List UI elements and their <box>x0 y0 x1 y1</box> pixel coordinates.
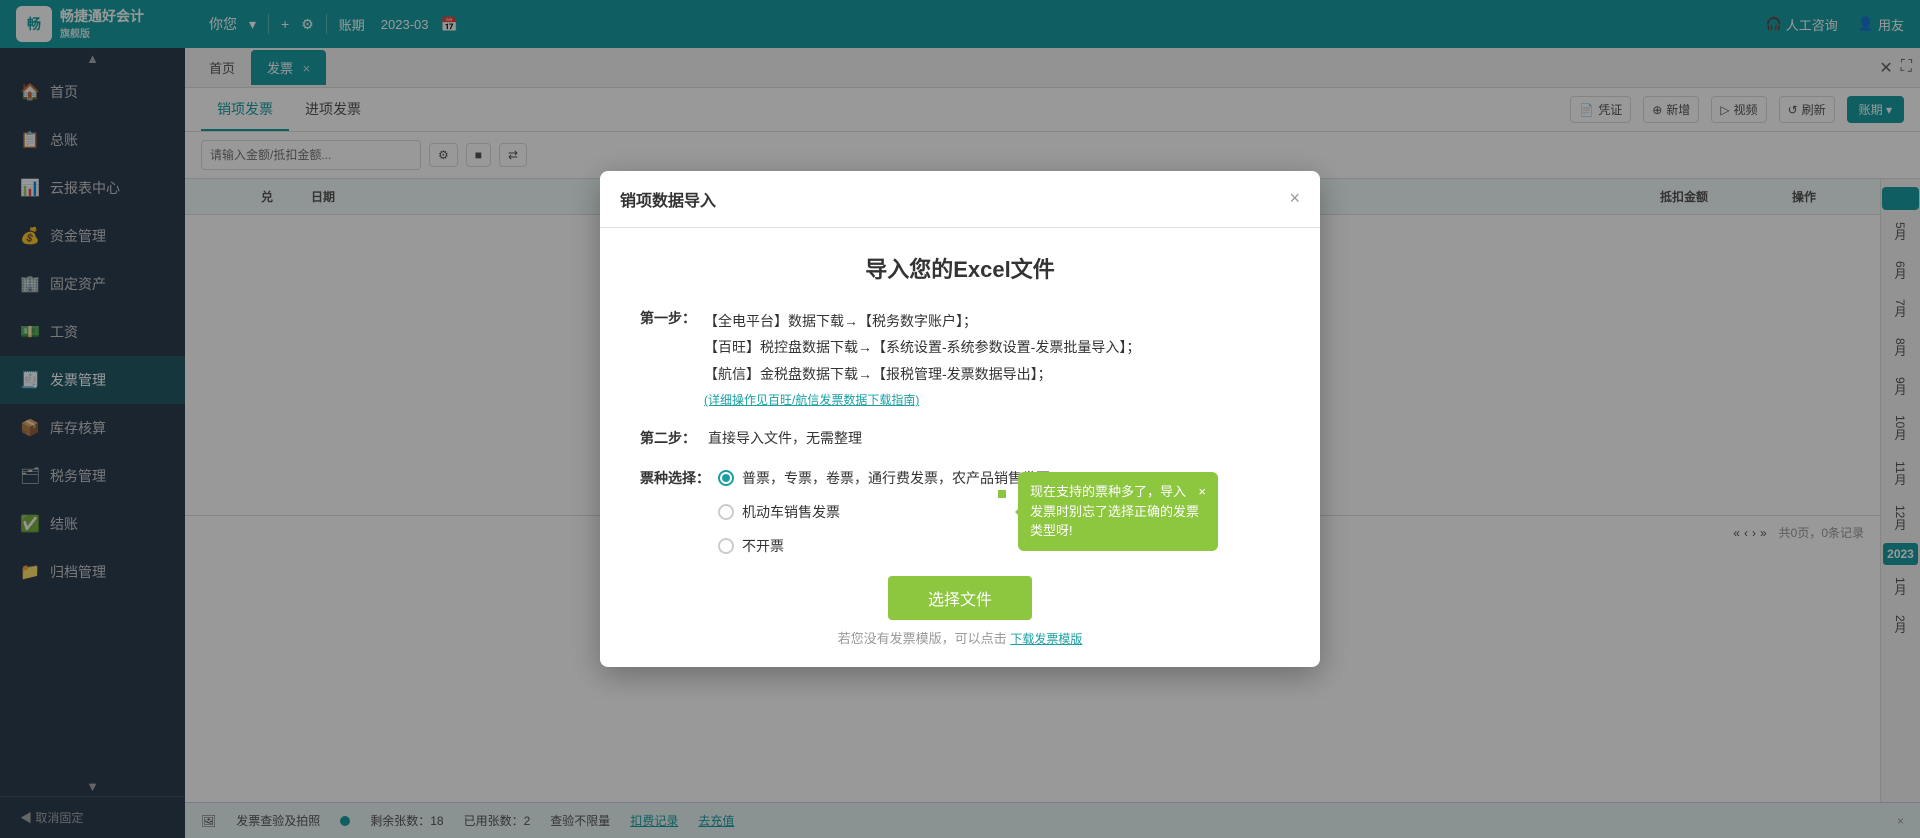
step2-text: 直接导入文件，无需整理 <box>708 428 862 448</box>
modal-overlay: 销项数据导入 × 导入您的Excel文件 第一步： 【全电平台】数据下载→【税务… <box>0 0 1920 838</box>
tooltip-bubble: × 现在支持的票种多了，导入发票时别忘了选择正确的发票类型呀! <box>1018 472 1218 551</box>
ticket-row: 票种选择： 普票，专票，卷票，通行费发票，农产品销售发票 机动车销售发 <box>640 468 1280 556</box>
step2-label: 第二步： <box>640 428 696 448</box>
tooltip-dot <box>998 490 1006 498</box>
step1: 第一步： 【全电平台】数据下载→【税务数字账户】； 【百旺】税控盘数据下载→【系… <box>640 308 1280 409</box>
download-template-link[interactable]: 下载发票模版 <box>1010 632 1082 646</box>
ticket-label: 票种选择： <box>640 468 710 556</box>
radio-item-vehicle[interactable]: 机动车销售发票 × 现在支持的票种多了，导入发票时别忘了选择正确的发票类型呀! <box>718 502 1050 522</box>
ticket-selection: 票种选择： 普票，专票，卷票，通行费发票，农产品销售发票 机动车销售发 <box>640 468 1280 556</box>
modal-main-title: 导入您的Excel文件 <box>640 252 1280 284</box>
step1-label: 第一步： <box>640 308 696 409</box>
step1-line3: 【航信】金税盘数据下载→【报税管理-发票数据导出】； <box>704 361 1140 388</box>
step1-line1: 【全电平台】数据下载→【税务数字账户】； <box>704 308 1140 335</box>
modal-close-button[interactable]: × <box>1289 188 1300 209</box>
import-modal: 销项数据导入 × 导入您的Excel文件 第一步： 【全电平台】数据下载→【税务… <box>600 171 1320 668</box>
tooltip-arrow <box>1010 507 1020 517</box>
step1-line2: 【百旺】税控盘数据下载→【系统设置-系统参数设置-发票批量导入】； <box>704 334 1140 361</box>
step2-row: 第二步： 直接导入文件，无需整理 <box>640 428 1280 448</box>
step1-row: 第一步： 【全电平台】数据下载→【税务数字账户】； 【百旺】税控盘数据下载→【系… <box>640 308 1280 409</box>
tooltip-close-btn[interactable]: × <box>1198 482 1206 502</box>
radio-circle-1 <box>718 470 734 486</box>
step1-guide-link[interactable]: (详细操作见百旺/航信发票数据下载指南) <box>704 393 919 407</box>
radio-group: 普票，专票，卷票，通行费发票，农产品销售发票 机动车销售发票 <box>718 468 1050 556</box>
tooltip-text: 现在支持的票种多了，导入发票时别忘了选择正确的发票类型呀! <box>1030 484 1199 538</box>
radio-circle-2 <box>718 504 734 520</box>
modal-header: 销项数据导入 × <box>600 171 1320 228</box>
select-file-button[interactable]: 选择文件 <box>888 576 1032 620</box>
modal-title: 销项数据导入 <box>620 187 716 211</box>
modal-footer: 若您没有发票模版，可以点击 下载发票模版 <box>640 628 1280 647</box>
radio-item-no-invoice[interactable]: 不开票 <box>718 536 1050 556</box>
tooltip-anchor: × 现在支持的票种多了，导入发票时别忘了选择正确的发票类型呀! <box>998 482 1006 498</box>
radio-circle-3 <box>718 538 734 554</box>
step2: 第二步： 直接导入文件，无需整理 <box>640 428 1280 448</box>
modal-body: 导入您的Excel文件 第一步： 【全电平台】数据下载→【税务数字账户】； 【百… <box>600 228 1320 668</box>
